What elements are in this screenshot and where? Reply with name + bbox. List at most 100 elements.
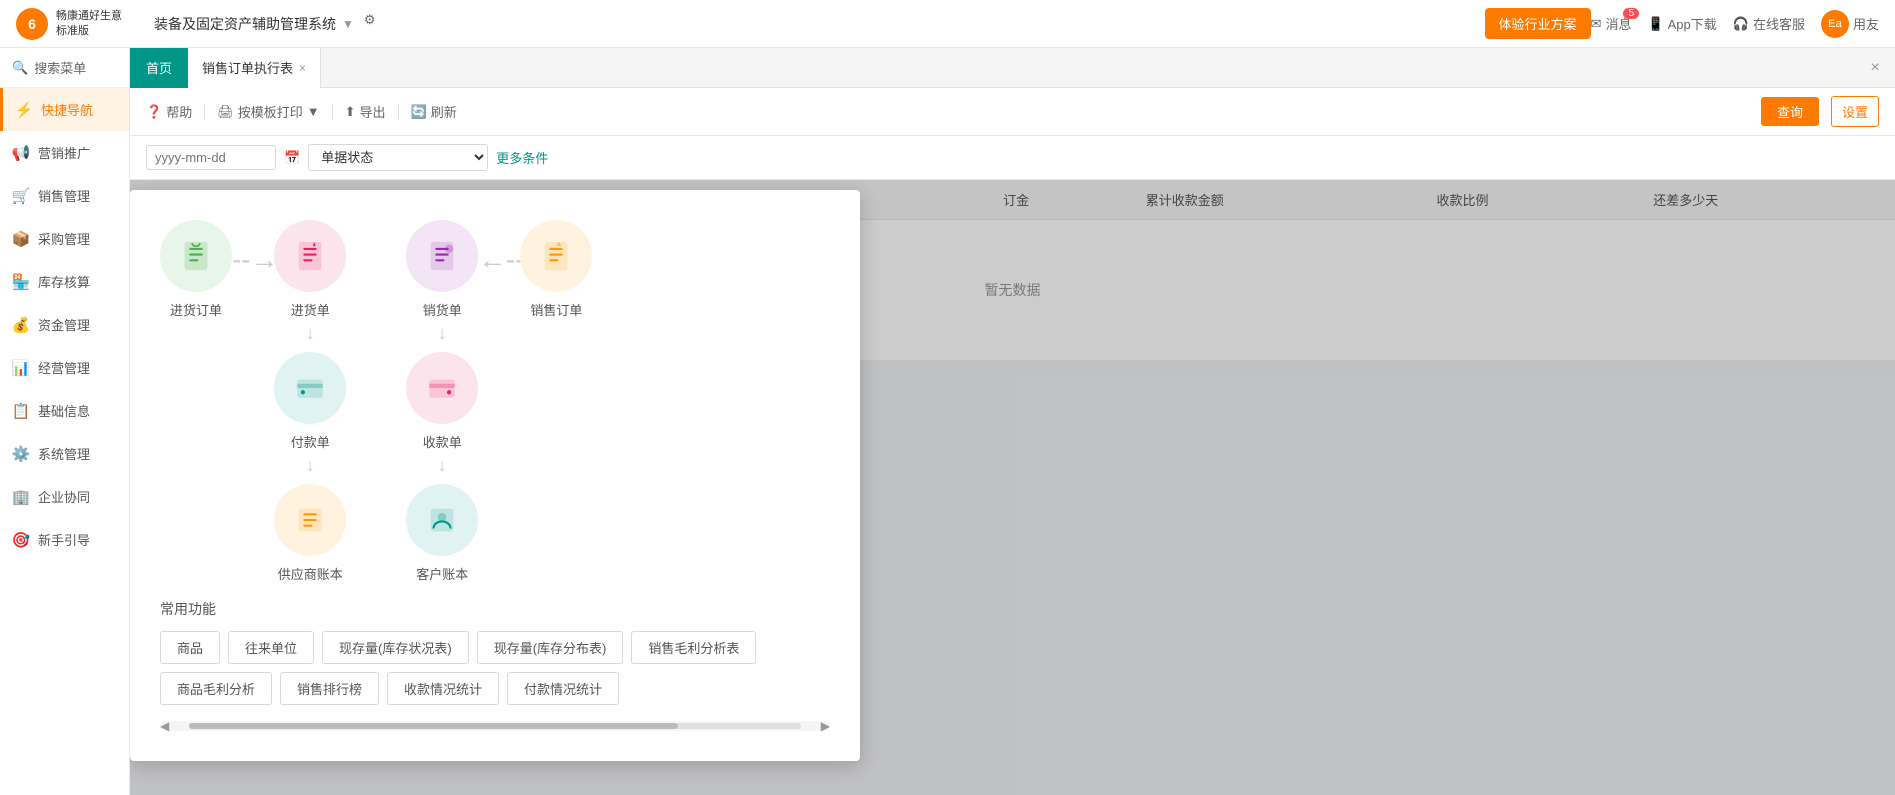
refresh-button[interactable]: 🔄 刷新 [411, 102, 457, 121]
date-range-icon: 📅 [284, 150, 300, 166]
popup-overlay[interactable]: 进货订单 - - → 进货 [130, 180, 1895, 795]
sidebar-item-inventory[interactable]: 🏪 库存核算 [0, 260, 129, 303]
refresh-icon: 🔄 [411, 104, 427, 120]
date-start-input[interactable] [146, 145, 276, 170]
sales-bill-icon [406, 220, 478, 292]
marketing-icon: 📢 [12, 144, 30, 162]
newbie-icon: 🎯 [12, 531, 30, 549]
status-select[interactable]: 单据状态 [308, 144, 488, 171]
phone-icon: 📱 [1647, 16, 1663, 32]
tab-end-close-icon[interactable]: × [1863, 56, 1887, 80]
more-conditions-link[interactable]: 更多条件 [496, 148, 548, 167]
toolbar: ❓ 帮助 🖨 按模板打印 ▼ ⬆ 导出 🔄 刷新 [130, 88, 1895, 136]
arrow-right-1: - - → [232, 220, 274, 276]
flow-node-payment: 付款单 [274, 352, 346, 451]
scroll-left-arrow[interactable]: ◀ [160, 719, 169, 733]
popup-dialog: 进货订单 - - → 进货 [130, 190, 860, 761]
flow-node-purchase-bill: 进货单 [274, 220, 346, 319]
tab-close-icon[interactable]: × [299, 61, 306, 75]
app-download-action[interactable]: 📱 App下载 [1647, 14, 1716, 33]
finance-icon: 💰 [12, 316, 30, 334]
purchase-icon: 📦 [12, 230, 30, 248]
toolbar-separator-2 [332, 104, 333, 120]
popup-scrollbar[interactable]: ◀ ▶ [160, 721, 830, 731]
scrollbar-track [189, 723, 801, 729]
tab-sales-order[interactable]: 销售订单执行表 × [188, 48, 321, 88]
arrow-down-1: ↓ [306, 323, 315, 344]
avatar: Ea [1821, 10, 1849, 38]
arrow-down-2: ↓ [438, 323, 447, 344]
purchase-order-icon [160, 220, 232, 292]
system-icon: ⚙️ [12, 445, 30, 463]
common-btn-sales-profit[interactable]: 销售毛利分析表 [631, 631, 756, 664]
sidebar: 🔍 搜索菜单 ⚡ 快捷导航 📢 营销推广 🛒 销售管理 📦 采购管理 🏪 [0, 48, 130, 795]
inventory-icon: 🏪 [12, 273, 30, 291]
logo-text: 畅康通好生意 标准版 [56, 9, 122, 38]
trial-button[interactable]: 体验行业方案 [1485, 8, 1591, 39]
logo-area: 6 畅康通好生意 标准版 [16, 8, 146, 40]
export-button[interactable]: ⬆ 导出 [345, 102, 386, 121]
print-dropdown-icon: ▼ [307, 104, 320, 119]
export-icon: ⬆ [345, 104, 356, 120]
quick-nav-icon: ⚡ [15, 101, 33, 119]
flow-diagram: 进货订单 - - → 进货 [160, 220, 830, 583]
title-dropdown-icon[interactable]: ▼ [342, 17, 354, 31]
sidebar-item-basic-info[interactable]: 📋 基础信息 [0, 389, 129, 432]
scrollbar-thumb [189, 723, 678, 729]
message-action[interactable]: ✉ 消息 5 [1591, 14, 1632, 33]
sidebar-item-sales[interactable]: 🛒 销售管理 [0, 174, 129, 217]
sidebar-item-quick-nav[interactable]: ⚡ 快捷导航 [0, 88, 129, 131]
supplier-account-icon [274, 484, 346, 556]
arrow-down-4: ↓ [438, 455, 447, 476]
sidebar-item-enterprise[interactable]: 🏢 企业协同 [0, 475, 129, 518]
flow-node-sales-bill: 销货单 [406, 220, 478, 319]
help-icon: ❓ [146, 104, 162, 120]
common-btn-sales-rank[interactable]: 销售排行榜 [280, 672, 379, 705]
common-title: 常用功能 [160, 599, 830, 619]
sidebar-item-purchase[interactable]: 📦 采购管理 [0, 217, 129, 260]
common-btn-counterparty[interactable]: 往来单位 [228, 631, 314, 664]
common-buttons: 商品 往来单位 现存量(库存状况表) 现存量(库存分布表) 销售毛利分析表 商品… [160, 631, 830, 705]
common-btn-receipt-stats[interactable]: 收款情况统计 [387, 672, 499, 705]
enterprise-icon: 🏢 [12, 488, 30, 506]
online-service-action[interactable]: 🎧 在线客服 [1733, 14, 1805, 33]
basic-info-icon: 📋 [12, 402, 30, 420]
search-menu[interactable]: 🔍 搜索菜单 [0, 48, 129, 88]
help-button[interactable]: ❓ 帮助 [146, 102, 192, 121]
sidebar-item-newbie[interactable]: 🎯 新手引导 [0, 518, 129, 561]
operations-icon: 📊 [12, 359, 30, 377]
payment-icon [274, 352, 346, 424]
purchase-bill-icon [274, 220, 346, 292]
flow-node-purchase-order: 进货订单 [160, 220, 232, 319]
tab-bar: 首页 销售订单执行表 × × [130, 48, 1895, 88]
sales-order-icon [520, 220, 592, 292]
print-button[interactable]: 🖨 按模板打印 ▼ [217, 102, 319, 121]
query-button[interactable]: 查询 [1761, 97, 1819, 126]
common-btn-product[interactable]: 商品 [160, 631, 220, 664]
common-btn-product-profit[interactable]: 商品毛利分析 [160, 672, 272, 705]
top-right-actions: ✉ 消息 5 📱 App下载 🎧 在线客服 Ea 用友 [1591, 10, 1879, 38]
common-btn-stock-dist[interactable]: 现存量(库存分布表) [477, 631, 624, 664]
content-area: 首页 销售订单执行表 × × ❓ 帮助 🖨 按模板打印 ▼ [130, 48, 1895, 795]
sidebar-item-system[interactable]: ⚙️ 系统管理 [0, 432, 129, 475]
flow-node-receipt: 收款单 [406, 352, 478, 451]
sidebar-item-operations[interactable]: 📊 经营管理 [0, 346, 129, 389]
sidebar-item-finance[interactable]: 💰 资金管理 [0, 303, 129, 346]
content-body: 品 商品 金额 预估毛利 预估毛利率 订金 累计收款金额 收款比例 还差多少天 [130, 180, 1895, 795]
flow-node-supplier-account: 供应商账本 [274, 484, 346, 583]
logo-icon: 6 [16, 8, 48, 40]
user-action[interactable]: Ea 用友 [1821, 10, 1879, 38]
common-btn-stock-status[interactable]: 现存量(库存状况表) [322, 631, 469, 664]
settings-button[interactable]: 设置 [1831, 96, 1879, 127]
common-btn-payment-stats[interactable]: 付款情况统计 [507, 672, 619, 705]
arrow-down-3: ↓ [306, 455, 315, 476]
message-icon: ✉ [1591, 16, 1602, 32]
filter-row: 📅 单据状态 更多条件 [130, 136, 1895, 180]
toolbar-separator-1 [204, 104, 205, 120]
tab-home[interactable]: 首页 [130, 48, 188, 88]
settings-icon[interactable]: ⚙ [364, 12, 388, 36]
flow-node-sales-order: 销售订单 [520, 220, 592, 319]
customer-account-icon [406, 484, 478, 556]
scroll-right-arrow[interactable]: ▶ [821, 719, 830, 733]
sidebar-item-marketing[interactable]: 📢 营销推广 [0, 131, 129, 174]
